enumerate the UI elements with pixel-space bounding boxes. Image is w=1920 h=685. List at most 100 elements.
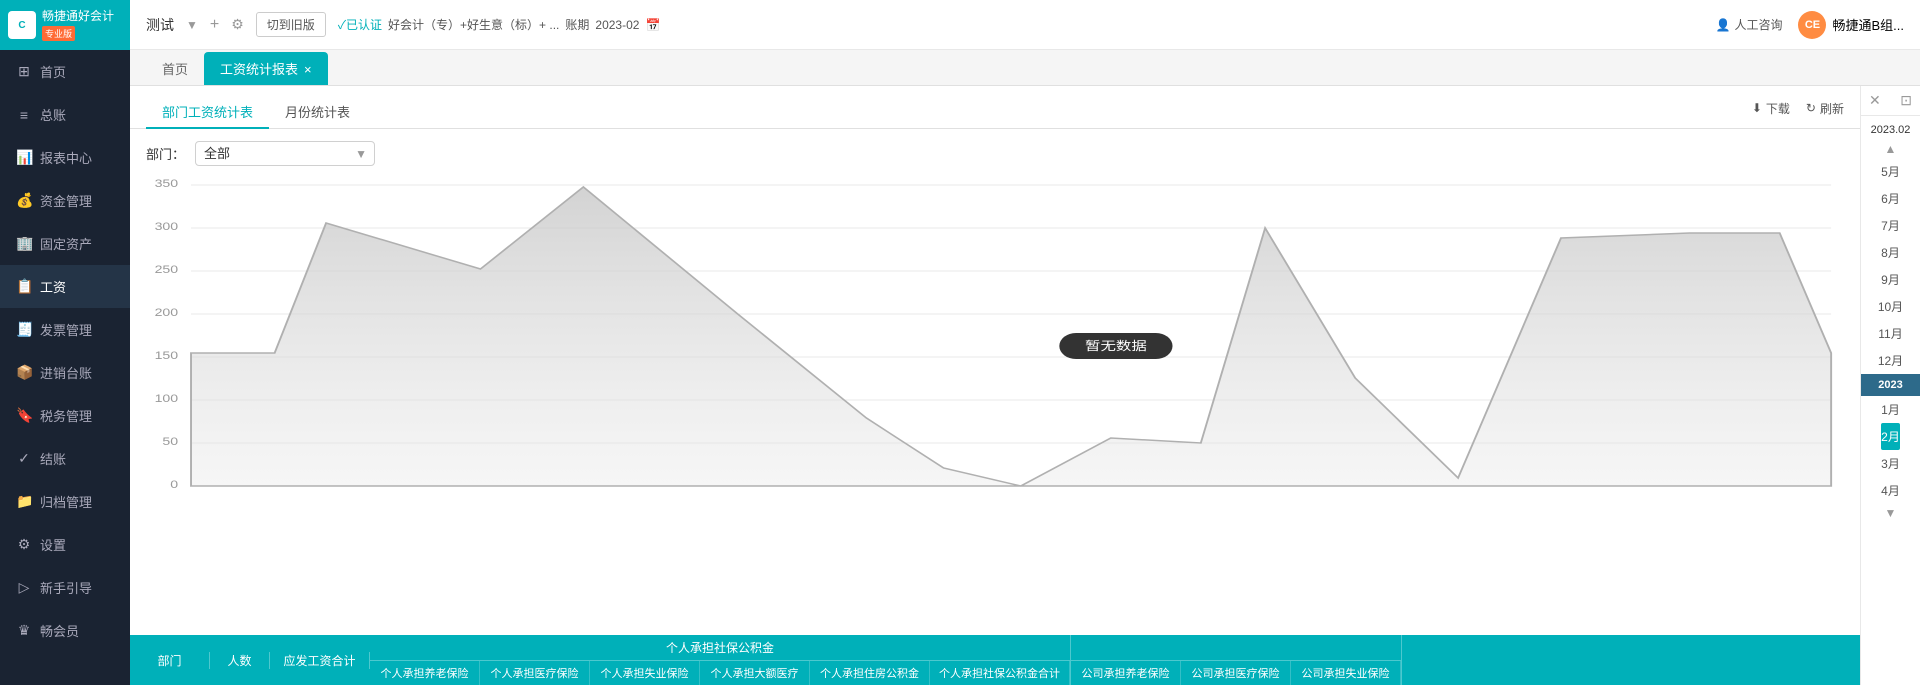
- svg-text:250: 250: [155, 263, 179, 275]
- member-icon: ♛: [16, 622, 32, 639]
- app-logo: C 畅捷通好会计 专业版: [0, 0, 130, 50]
- col-count: 人数: [210, 652, 270, 669]
- sidebar-label-tax: 税务管理: [40, 406, 92, 425]
- sidebar-item-ledger[interactable]: ≡ 总账: [0, 93, 130, 136]
- sidebar-label-funds: 资金管理: [40, 191, 92, 210]
- month-2022-6月[interactable]: 6月: [1878, 185, 1903, 212]
- guide-icon: ▷: [16, 579, 32, 596]
- download-icon: ⬇: [1752, 101, 1762, 115]
- col-公司承担养老保险: 公司承担养老保险: [1071, 661, 1181, 685]
- expand-panel-button[interactable]: ⊡: [1900, 92, 1912, 109]
- filter-bar: 部门： 全部部门1部门2部门3 ▼: [130, 129, 1860, 178]
- col-个人承担失业保险: 个人承担失业保险: [590, 661, 700, 685]
- topbar-right: 👤 人工咨询 CE 畅捷通B组...: [1716, 11, 1904, 39]
- sidebar-label-settings: 设置: [40, 535, 66, 554]
- ledger-icon: ≡: [16, 107, 32, 123]
- month-2022-9月[interactable]: 9月: [1878, 266, 1903, 293]
- col-个人承担住房公积金: 个人承担住房公积金: [810, 661, 930, 685]
- sidebar-item-funds[interactable]: 💰 资金管理: [0, 179, 130, 222]
- month-2022-8月[interactable]: 8月: [1878, 239, 1903, 266]
- panel-header: ✕ ⊡: [1861, 86, 1920, 116]
- project-dropdown-icon[interactable]: ▼: [186, 18, 198, 32]
- sidebar-item-tax[interactable]: 🔖 税务管理: [0, 394, 130, 437]
- content-main: 部门工资统计表月份统计表 ⬇ 下载 ↻ 刷新 部门： 全部部门1部门2部门3 ▼…: [130, 86, 1860, 685]
- sidebar-item-sales[interactable]: 📦进销台账: [0, 351, 130, 394]
- col-个人承担社保公积金合计: 个人承担社保公积金合计: [930, 661, 1070, 685]
- sidebar-label-invoice: 发票管理: [40, 320, 92, 339]
- help-label: 人工咨询: [1734, 16, 1782, 33]
- sidebar-label-archive: 归档管理: [40, 492, 92, 511]
- month-2022-12月[interactable]: 12月: [1878, 347, 1903, 374]
- sidebar-label-home: 首页: [40, 62, 66, 81]
- month-2023-1月[interactable]: 1月: [1881, 396, 1900, 423]
- funds-icon: 💰: [16, 192, 32, 209]
- group-personal-insurance: 个人承担社保公积金 个人承担养老保险个人承担医疗保险个人承担失业保险个人承担大额…: [370, 635, 1071, 685]
- close-panel-button[interactable]: ✕: [1869, 92, 1881, 109]
- add-button[interactable]: +: [210, 16, 219, 34]
- sidebar-item-home[interactable]: ⊞ 首页: [0, 50, 130, 93]
- tab-home[interactable]: 首页: [146, 52, 204, 85]
- svg-text:150: 150: [155, 349, 179, 361]
- svg-text:0: 0: [170, 478, 178, 490]
- dept-select[interactable]: 全部部门1部门2部门3: [195, 141, 375, 166]
- help-icon: 👤: [1716, 18, 1731, 32]
- chart-area: 0 50 100 150 200 250 300 350: [130, 178, 1860, 635]
- month-2023-4月[interactable]: 4月: [1881, 477, 1900, 504]
- date-year-nav: 2023.02 ▲ 5月6月7月8月9月10月11月12月 2023 1月2月3…: [1861, 116, 1920, 526]
- sidebar-item-salary[interactable]: 📋工资: [0, 265, 130, 308]
- user-menu[interactable]: CE 畅捷通B组...: [1798, 11, 1904, 39]
- month-2022-11月[interactable]: 11月: [1878, 320, 1903, 347]
- sidebar-item-archive[interactable]: 📁 归档管理: [0, 480, 130, 523]
- sidebar-item-assets[interactable]: 🏢 固定资产: [0, 222, 130, 265]
- sidebar-item-settings[interactable]: ⚙设置: [0, 523, 130, 566]
- download-button[interactable]: ⬇ 下载: [1752, 100, 1790, 117]
- sidebar: C 畅捷通好会计 专业版 ⊞ 首页 ≡ 总账 📊报表中心 💰 资金管理 🏢 固定资产 📋工资🧾发票…: [0, 0, 130, 685]
- sidebar-item-invoice[interactable]: 🧾发票管理: [0, 308, 130, 351]
- help-button[interactable]: 👤 人工咨询: [1716, 16, 1783, 33]
- sidebar-label-ledger: 总账: [40, 105, 66, 124]
- checkout-icon: ✓: [16, 450, 32, 467]
- user-name: 畅捷通B组...: [1832, 15, 1904, 34]
- sub-tab-dept-salary[interactable]: 部门工资统计表: [146, 96, 269, 129]
- table-header-row: 部门 人数 应发工资合计 个人承担社保公积金 个人承担养老保险个人承担医疗保险个…: [130, 635, 1860, 685]
- sidebar-item-member[interactable]: ♛畅会员: [0, 609, 130, 652]
- year-down-button[interactable]: ▼: [1883, 504, 1899, 522]
- assets-icon: 🏢: [16, 235, 32, 252]
- col-公司承担失业保险: 公司承担失业保险: [1291, 661, 1401, 685]
- avatar: CE: [1798, 11, 1826, 39]
- col-dept: 部门: [130, 652, 210, 669]
- sidebar-item-guide[interactable]: ▷ 新手引导: [0, 566, 130, 609]
- sub-tab-monthly-stats[interactable]: 月份统计表: [269, 96, 366, 129]
- tab-salary-report[interactable]: 工资统计报表×: [204, 52, 328, 85]
- calendar-icon[interactable]: 📅: [645, 18, 660, 32]
- refresh-button[interactable]: ↻ 刷新: [1806, 100, 1844, 117]
- month-2022-7月[interactable]: 7月: [1878, 212, 1903, 239]
- dept-filter-label: 部门：: [146, 144, 185, 163]
- home-icon: ⊞: [16, 63, 32, 80]
- col-个人承担大额医疗: 个人承担大额医疗: [700, 661, 810, 685]
- sidebar-label-guide: 新手引导: [40, 578, 92, 597]
- sidebar-item-checkout[interactable]: ✓ 结账: [0, 437, 130, 480]
- col-个人承担医疗保险: 个人承担医疗保险: [480, 661, 590, 685]
- group-personal-insurance-header: 个人承担社保公积金: [370, 635, 1070, 661]
- month-2023-3月[interactable]: 3月: [1881, 450, 1900, 477]
- logo-icon: C: [8, 11, 36, 39]
- logo-text: 畅捷通好会计: [42, 9, 114, 25]
- svg-text:200: 200: [155, 306, 179, 318]
- group-company-insurance: 公司承担养老保险公司承担医疗保险公司承担失业保险: [1071, 635, 1402, 685]
- tab-close-salary-report[interactable]: ×: [304, 62, 312, 77]
- svg-text:暂无数据: 暂无数据: [1085, 339, 1147, 353]
- sidebar-label-assets: 固定资产: [40, 234, 92, 253]
- tax-icon: 🔖: [16, 407, 32, 424]
- sidebar-item-reports[interactable]: 📊报表中心: [0, 136, 130, 179]
- settings-icon[interactable]: ⚙: [231, 16, 244, 33]
- month-2022-10月[interactable]: 10月: [1878, 293, 1903, 320]
- group-company-insurance-children: 公司承担养老保险公司承担医疗保险公司承担失业保险: [1071, 661, 1401, 685]
- archive-icon: 📁: [16, 493, 32, 510]
- main-area: 测试 ▼ + ⚙ 切到旧版 ✓已认证 好会计（专）+好生意（标）+ ... 账期…: [130, 0, 1920, 685]
- month-2023-2月[interactable]: 2月: [1881, 423, 1900, 450]
- sidebar-label-checkout: 结账: [40, 449, 66, 468]
- switch-version-button[interactable]: 切到旧版: [256, 12, 326, 37]
- year-up-button[interactable]: ▲: [1883, 140, 1899, 158]
- month-2022-5月[interactable]: 5月: [1878, 158, 1903, 185]
